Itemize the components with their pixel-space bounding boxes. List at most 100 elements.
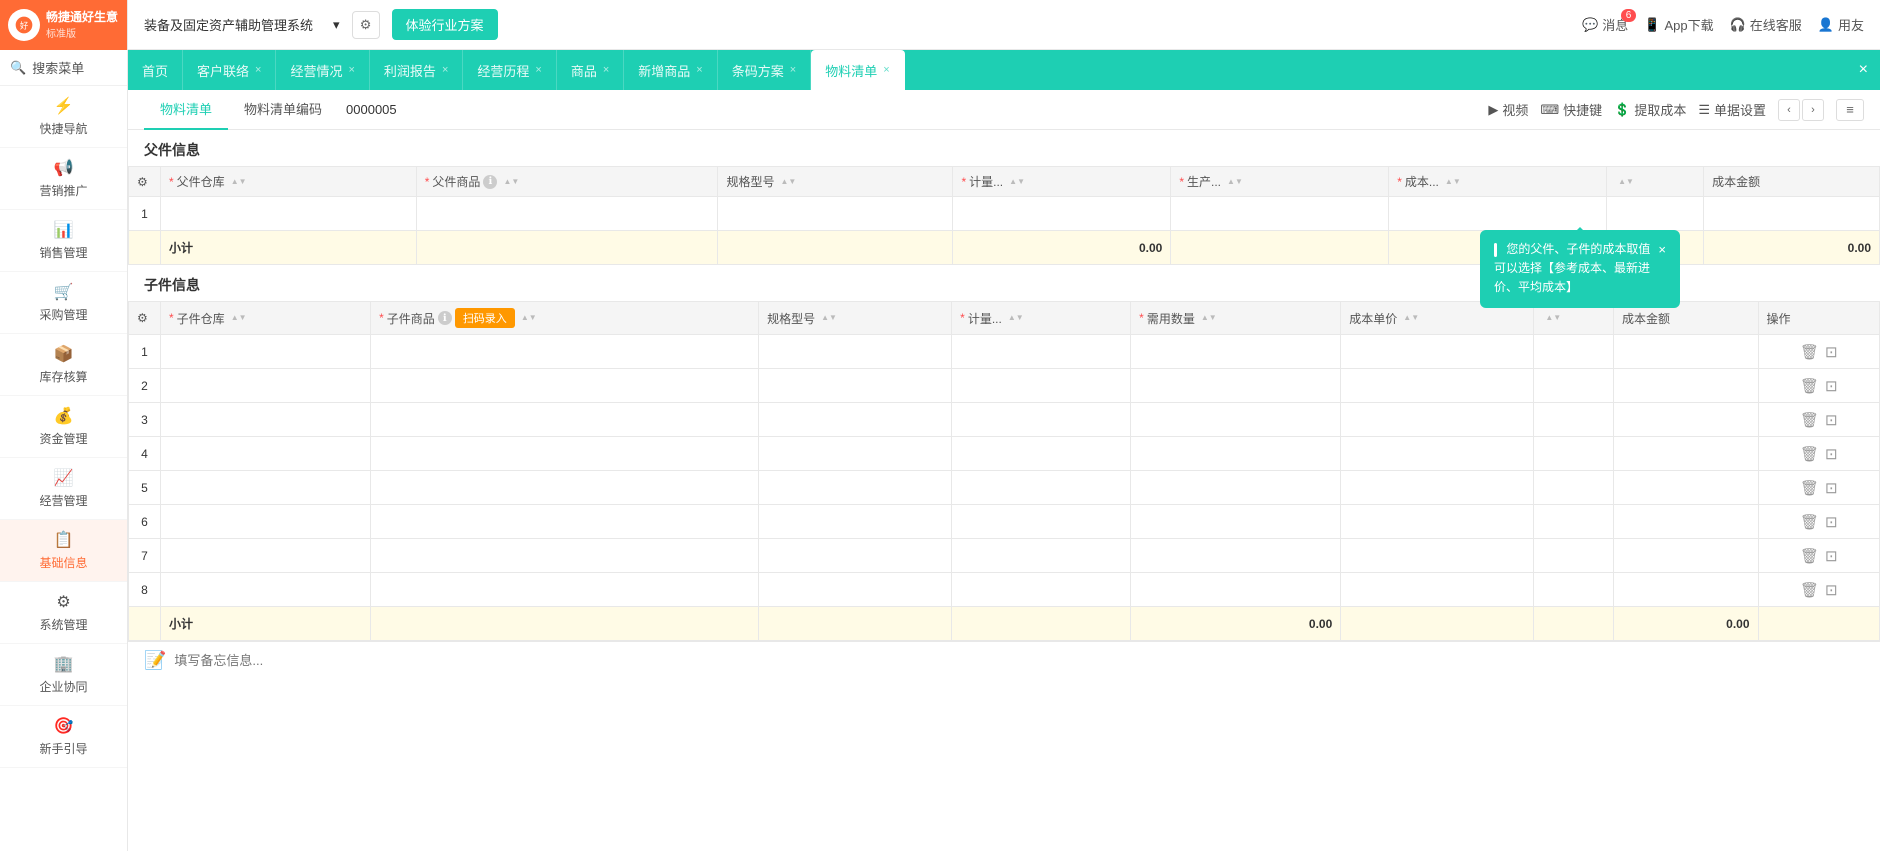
child-spec-7[interactable] (759, 539, 952, 573)
child-product-1[interactable] (371, 335, 759, 369)
child-ucost-2[interactable] (1341, 369, 1534, 403)
parent-spec-1[interactable] (718, 197, 953, 231)
parent-product-1[interactable] (416, 197, 718, 231)
child-unit-2[interactable] (952, 369, 1131, 403)
copy-icon-6[interactable]: ⊡ (1825, 513, 1838, 531)
child-qty-1[interactable] (1131, 335, 1341, 369)
child-spec-4[interactable] (759, 437, 952, 471)
child-warehouse-1[interactable] (161, 335, 371, 369)
copy-icon-1[interactable]: ⊡ (1825, 343, 1838, 361)
tab-products[interactable]: 商品 × (557, 50, 624, 90)
child-warehouse-2[interactable] (161, 369, 371, 403)
tab-customers-close[interactable]: × (255, 64, 261, 76)
child-product-5[interactable] (371, 471, 759, 505)
tab-home[interactable]: 首页 (128, 50, 183, 90)
tab-bom[interactable]: 物料清单 × (811, 50, 904, 90)
tab-new-product[interactable]: 新增商品 × (624, 50, 717, 90)
online-service-item[interactable]: 🎧 在线客服 (1730, 15, 1802, 34)
sort-arrows-spec[interactable]: ▲▼ (781, 178, 797, 186)
tab-products-close[interactable]: × (603, 64, 609, 76)
copy-icon-8[interactable]: ⊡ (1825, 581, 1838, 599)
sub-tab-bom-code[interactable]: 物料清单编码 (228, 90, 338, 130)
sidebar-item-marketing[interactable]: 📢 营销推广 (0, 148, 127, 210)
tab-barcode-close[interactable]: × (790, 64, 796, 76)
parent-unit-1[interactable] (953, 197, 1171, 231)
child-product-2[interactable] (371, 369, 759, 403)
tab-customers[interactable]: 客户联络 × (183, 50, 276, 90)
sort-arrows-unit[interactable]: ▲▼ (1009, 178, 1025, 186)
child-spec-8[interactable] (759, 573, 952, 607)
child-qty-4[interactable] (1131, 437, 1341, 471)
sort-arrows-production[interactable]: ▲▼ (1227, 178, 1243, 186)
prev-btn[interactable]: ‹ (1778, 99, 1800, 121)
tab-new-product-close[interactable]: × (696, 64, 702, 76)
cost-item[interactable]: 💲 提取成本 (1614, 100, 1686, 119)
close-all-tabs[interactable]: × (1847, 61, 1880, 79)
child-spec-5[interactable] (759, 471, 952, 505)
copy-icon-5[interactable]: ⊡ (1825, 479, 1838, 497)
sub-tab-bom-list[interactable]: 物料清单 (144, 90, 228, 130)
tab-operations[interactable]: 经营情况 × (276, 50, 369, 90)
tab-operations-close[interactable]: × (348, 64, 354, 76)
sort-arrows-warehouse[interactable]: ▲▼ (231, 178, 247, 186)
child-ucost-7[interactable] (1341, 539, 1534, 573)
child-qty-6[interactable] (1131, 505, 1341, 539)
child-spec-3[interactable] (759, 403, 952, 437)
shortcut-item[interactable]: ⌨ 快捷键 (1540, 100, 1602, 119)
video-item[interactable]: ▶ 视频 (1488, 100, 1528, 119)
sidebar-item-basic-info[interactable]: 📋 基础信息 (0, 520, 127, 582)
memo-input[interactable] (174, 653, 1864, 668)
system-dropdown[interactable]: ▾ (333, 17, 340, 33)
child-product-7[interactable] (371, 539, 759, 573)
child-product-8[interactable] (371, 573, 759, 607)
parent-col-settings[interactable]: ⚙ (129, 167, 161, 197)
child-warehouse-7[interactable] (161, 539, 371, 573)
child-ucost-6[interactable] (1341, 505, 1534, 539)
next-btn[interactable]: › (1802, 99, 1824, 121)
tab-profit-close[interactable]: × (442, 64, 448, 76)
scan-input-btn[interactable]: 扫码录入 (455, 308, 515, 328)
delete-icon-4[interactable]: 🗑 (1800, 445, 1819, 463)
child-unit-7[interactable] (952, 539, 1131, 573)
sort-ch-spec[interactable]: ▲▼ (821, 314, 837, 322)
sidebar-item-quick-nav[interactable]: ⚡ 快捷导航 (0, 86, 127, 148)
child-unit-8[interactable] (952, 573, 1131, 607)
user-item[interactable]: 👤 用友 (1818, 15, 1864, 34)
sort-ch-qty[interactable]: ▲▼ (1201, 314, 1217, 322)
sort-ch-sort[interactable]: ▲▼ (1545, 314, 1561, 322)
grid-view-btn[interactable]: ≡ (1836, 99, 1864, 121)
sort-ch-unit[interactable]: ▲▼ (1008, 314, 1024, 322)
child-ucost-8[interactable] (1341, 573, 1534, 607)
child-spec-2[interactable] (759, 369, 952, 403)
delete-icon-8[interactable]: 🗑 (1800, 581, 1819, 599)
child-product-3[interactable] (371, 403, 759, 437)
child-warehouse-3[interactable] (161, 403, 371, 437)
child-unit-6[interactable] (952, 505, 1131, 539)
tab-profit[interactable]: 利润报告 × (370, 50, 463, 90)
sort-arrows-cost[interactable]: ▲▼ (1445, 178, 1461, 186)
child-ucost-3[interactable] (1341, 403, 1534, 437)
child-unit-1[interactable] (952, 335, 1131, 369)
child-qty-8[interactable] (1131, 573, 1341, 607)
sidebar-item-finance[interactable]: 💰 资金管理 (0, 396, 127, 458)
tab-history[interactable]: 经营历程 × (463, 50, 556, 90)
parent-cost-1[interactable] (1389, 197, 1607, 231)
sort-ch-warehouse[interactable]: ▲▼ (231, 314, 247, 322)
search-menu-item[interactable]: 🔍 搜索菜单 (0, 50, 127, 86)
child-warehouse-8[interactable] (161, 573, 371, 607)
child-warehouse-6[interactable] (161, 505, 371, 539)
tab-bom-close[interactable]: × (883, 64, 889, 76)
parent-production-1[interactable] (1171, 197, 1389, 231)
delete-icon-2[interactable]: 🗑 (1800, 377, 1819, 395)
sidebar-item-inventory[interactable]: 📦 库存核算 (0, 334, 127, 396)
experience-button[interactable]: 体验行业方案 (392, 9, 498, 40)
child-qty-5[interactable] (1131, 471, 1341, 505)
copy-icon-7[interactable]: ⊡ (1825, 547, 1838, 565)
child-unit-3[interactable] (952, 403, 1131, 437)
tooltip-close-btn[interactable]: × (1658, 240, 1666, 261)
child-spec-1[interactable] (759, 335, 952, 369)
app-download-item[interactable]: 📱 App下载 (1644, 15, 1713, 34)
child-product-4[interactable] (371, 437, 759, 471)
child-qty-3[interactable] (1131, 403, 1341, 437)
sort-ch-ucost[interactable]: ▲▼ (1403, 314, 1419, 322)
